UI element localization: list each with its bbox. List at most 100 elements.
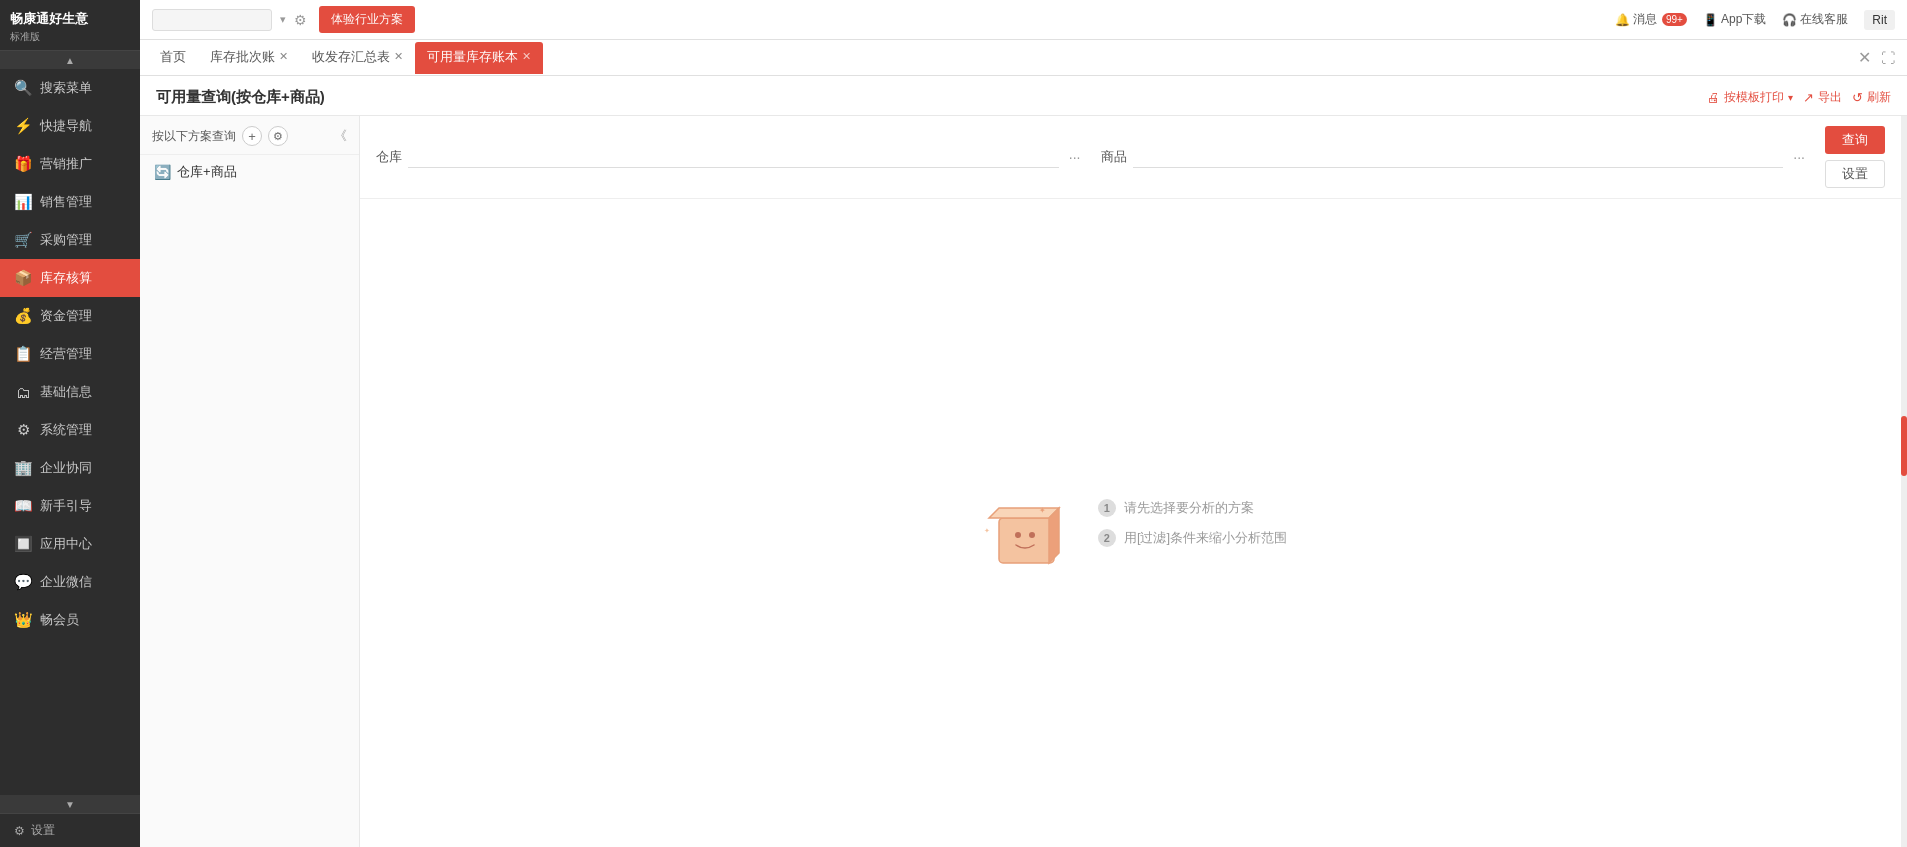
sidebar-item-search[interactable]: 🔍 搜索菜单	[0, 69, 140, 107]
sidebar-item-quick-nav[interactable]: ⚡ 快捷导航	[0, 107, 140, 145]
sidebar-item-enterprise[interactable]: 🏢 企业协同	[0, 449, 140, 487]
sidebar-items: 🔍 搜索菜单 ⚡ 快捷导航 🎁 营销推广 📊 销售管理 🛒 采购管理 📦 库存核…	[0, 69, 140, 795]
scrollbar-thumb[interactable]	[1901, 416, 1907, 476]
product-input[interactable]	[1133, 146, 1784, 168]
mobile-icon: 📱	[1703, 13, 1718, 27]
sidebar-item-newbie[interactable]: 📖 新手引导	[0, 487, 140, 525]
export-icon: ↗	[1803, 90, 1814, 105]
empty-hints: 1 请先选择要分析的方案 2 用[过滤]条件来缩小分析范围	[1098, 499, 1287, 547]
search-icon: 🔍	[14, 79, 32, 97]
tabs-expand-btn[interactable]: ⛶	[1877, 50, 1899, 66]
bell-icon: 🔔	[1615, 13, 1630, 27]
add-scheme-btn[interactable]: +	[242, 126, 262, 146]
trial-btn[interactable]: 体验行业方案	[319, 6, 415, 33]
purchase-icon: 🛒	[14, 231, 32, 249]
filter-warehouse: 仓库 ···	[376, 146, 1085, 168]
sidebar-item-purchase[interactable]: 🛒 采购管理	[0, 221, 140, 259]
finance-icon: 💰	[14, 307, 32, 325]
print-dropdown-icon[interactable]: ▾	[1788, 92, 1793, 103]
gear-icon: ⚙	[14, 824, 25, 838]
sidebar-scroll-up[interactable]: ▲	[0, 51, 140, 69]
system-icon: ⚙	[14, 421, 32, 439]
refresh-btn[interactable]: ↺ 刷新	[1852, 89, 1891, 106]
scheme-warehouse-product[interactable]: 🔄 仓库+商品	[140, 155, 359, 189]
export-btn[interactable]: ↗ 导出	[1803, 89, 1842, 106]
app-center-icon: 🔲	[14, 535, 32, 553]
app-logo: 畅康通好生意 标准版	[0, 0, 140, 51]
tabs-bar: 首页 库存批次账 ✕ 收发存汇总表 ✕ 可用量库存账本 ✕ ✕ ⛶	[140, 40, 1907, 76]
operations-icon: 📋	[14, 345, 32, 363]
newbie-icon: 📖	[14, 497, 32, 515]
tab-available-ledger[interactable]: 可用量库存账本 ✕	[415, 42, 543, 74]
sidebar-item-basic-info[interactable]: 🗂 基础信息	[0, 373, 140, 411]
sales-icon: 📊	[14, 193, 32, 211]
sidebar-item-inventory[interactable]: 📦 库存核算	[0, 259, 140, 297]
sidebar-item-operations[interactable]: 📋 经营管理	[0, 335, 140, 373]
svg-point-3	[1015, 532, 1021, 538]
print-icon: 🖨	[1707, 90, 1720, 105]
svg-rect-0	[999, 518, 1054, 563]
warehouse-more-btn[interactable]: ···	[1065, 149, 1085, 165]
page-header: 可用量查询(按仓库+商品) 🖨 按模板打印 ▾ ↗ 导出 ↺ 刷新	[140, 76, 1907, 116]
sidebar-bottom[interactable]: ⚙ 设置	[0, 813, 140, 847]
warehouse-input[interactable]	[408, 146, 1059, 168]
tab-batch-account[interactable]: 库存批次账 ✕	[198, 42, 300, 74]
topbar-dropdown[interactable]: ▾	[280, 13, 286, 26]
collapse-panel-btn[interactable]: 《	[334, 127, 347, 145]
left-panel: 按以下方案查询 + ⚙ 《 🔄 仓库+商品	[140, 116, 360, 847]
sidebar-item-system[interactable]: ⚙ 系统管理	[0, 411, 140, 449]
topbar-right: 🔔 消息 99+ 📱 App下载 🎧 在线客服 Rit	[1615, 10, 1895, 30]
page-title: 可用量查询(按仓库+商品)	[156, 88, 325, 107]
scheme-setting-btn[interactable]: ⚙	[268, 126, 288, 146]
sidebar-item-wechat[interactable]: 💬 企业微信	[0, 563, 140, 601]
filter-product: 商品 ···	[1101, 146, 1810, 168]
basic-info-icon: 🗂	[14, 384, 32, 401]
filter-area: 仓库 ··· 商品 ··· 查询 设置	[360, 116, 1901, 847]
page-actions: 🖨 按模板打印 ▾ ↗ 导出 ↺ 刷新	[1707, 89, 1891, 106]
online-service[interactable]: 🎧 在线客服	[1782, 11, 1848, 28]
user-menu[interactable]: Rit	[1864, 10, 1895, 30]
topbar-search-input[interactable]	[152, 9, 272, 31]
empty-hint-1: 1 请先选择要分析的方案	[1098, 499, 1287, 517]
svg-text:✦: ✦	[984, 527, 990, 534]
empty-illustration: ✦ ✦	[974, 473, 1074, 573]
sidebar-scroll-down[interactable]: ▼	[0, 795, 140, 813]
headset-icon: 🎧	[1782, 13, 1797, 27]
settings-btn[interactable]: 设置	[1825, 160, 1885, 188]
notifications[interactable]: 🔔 消息 99+	[1615, 11, 1687, 28]
marketing-icon: 🎁	[14, 155, 32, 173]
content-area: 按以下方案查询 + ⚙ 《 🔄 仓库+商品 仓库 ··· 商品	[140, 116, 1907, 847]
topbar-gear-icon[interactable]: ⚙	[294, 12, 307, 28]
topbar: ▾ ⚙ 体验行业方案 🔔 消息 99+ 📱 App下载 🎧 在线客服 Rit	[140, 0, 1907, 40]
filter-actions: 查询 设置	[1825, 126, 1885, 188]
sidebar-item-member[interactable]: 👑 畅会员	[0, 601, 140, 639]
sidebar-item-marketing[interactable]: 🎁 营销推广	[0, 145, 140, 183]
main-area: ▾ ⚙ 体验行业方案 🔔 消息 99+ 📱 App下载 🎧 在线客服 Rit	[140, 0, 1907, 847]
sidebar-item-app-center[interactable]: 🔲 应用中心	[0, 525, 140, 563]
empty-hint-2: 2 用[过滤]条件来缩小分析范围	[1098, 529, 1287, 547]
tabs-close-btn[interactable]: ✕	[1852, 48, 1877, 67]
filter-row: 仓库 ··· 商品 ··· 查询 设置	[360, 116, 1901, 199]
svg-text:✦: ✦	[1039, 506, 1046, 515]
tab-close-batch[interactable]: ✕	[279, 50, 288, 63]
print-btn[interactable]: 🖨 按模板打印 ▾	[1707, 89, 1793, 106]
tab-home[interactable]: 首页	[148, 42, 198, 74]
scrollbar-track[interactable]	[1901, 116, 1907, 847]
sidebar-item-finance[interactable]: 💰 资金管理	[0, 297, 140, 335]
empty-state: ✦ ✦ 1 请先选择要分析的方案 2 用[过滤]条件来缩小分析范围	[360, 199, 1901, 847]
query-btn[interactable]: 查询	[1825, 126, 1885, 154]
product-more-btn[interactable]: ···	[1789, 149, 1809, 165]
inventory-icon: 📦	[14, 269, 32, 287]
tab-collect-inventory[interactable]: 收发存汇总表 ✕	[300, 42, 415, 74]
tab-close-collect[interactable]: ✕	[394, 50, 403, 63]
tab-close-available[interactable]: ✕	[522, 50, 531, 63]
app-download[interactable]: 📱 App下载	[1703, 11, 1766, 28]
svg-marker-1	[989, 508, 1059, 518]
quick-nav-icon: ⚡	[14, 117, 32, 135]
svg-point-4	[1029, 532, 1035, 538]
refresh-icon: ↺	[1852, 90, 1863, 105]
sidebar-item-sales[interactable]: 📊 销售管理	[0, 183, 140, 221]
sidebar: 畅康通好生意 标准版 ▲ 🔍 搜索菜单 ⚡ 快捷导航 🎁 营销推广 📊 销售管理…	[0, 0, 140, 847]
member-icon: 👑	[14, 611, 32, 629]
svg-marker-2	[1049, 508, 1059, 563]
